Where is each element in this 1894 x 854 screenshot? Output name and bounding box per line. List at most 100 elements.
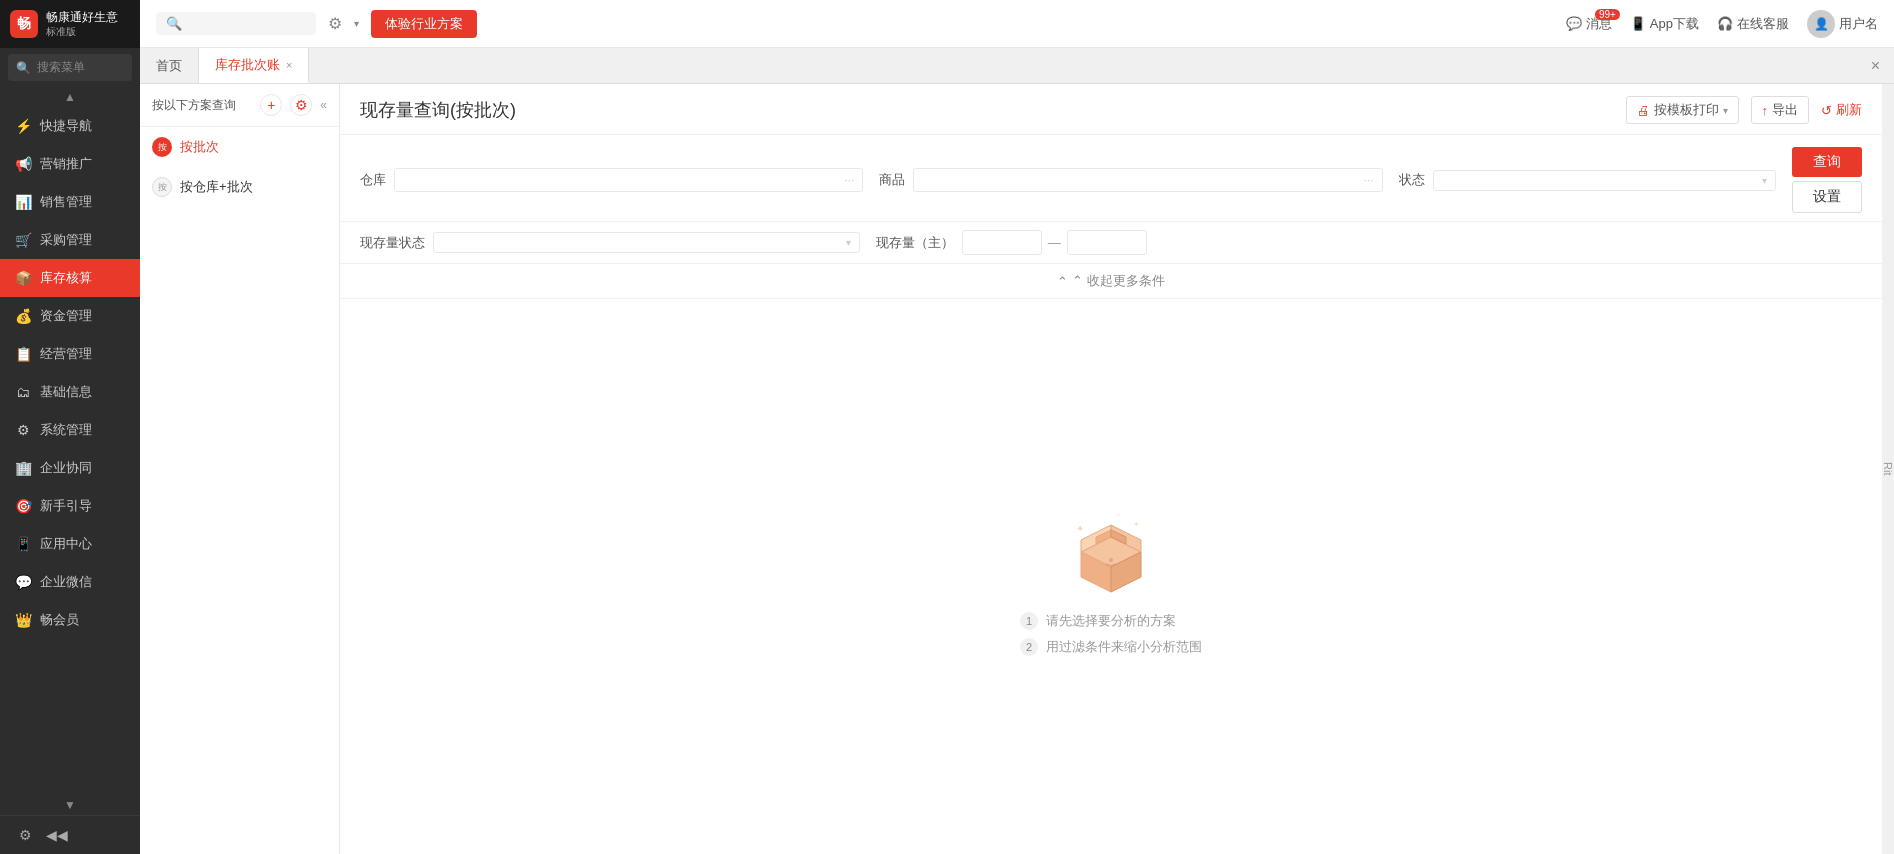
sidebar-item-purchase[interactable]: 🛒 采购管理 — [0, 221, 140, 259]
right-edge: Rit — [1882, 84, 1894, 854]
tab-batch-account[interactable]: 库存批次账 × — [199, 48, 309, 83]
sidebar-item-basics[interactable]: 🗂 基础信息 — [0, 373, 140, 411]
query-toolbar: 🖨 按模板打印 ▾ ↑ 导出 ↺ 刷新 — [1626, 96, 1863, 124]
add-filter-btn[interactable]: + — [260, 94, 282, 116]
warehouse-dots[interactable]: ··· — [844, 173, 854, 187]
tab-close-btn[interactable]: × — [286, 59, 292, 71]
messages-action[interactable]: 💬 消息 99+ — [1566, 15, 1612, 33]
sidebar-item-vip[interactable]: 👑 畅会员 — [0, 601, 140, 639]
sidebar-item-finance[interactable]: 💰 资金管理 — [0, 297, 140, 335]
sidebar-item-system[interactable]: ⚙ 系统管理 — [0, 411, 140, 449]
stock-qty-from[interactable] — [962, 230, 1042, 255]
sidebar-header: 畅 畅康通好生意 标准版 — [0, 0, 140, 48]
stock-qty-range: — — [962, 230, 1147, 255]
sales-icon: 📊 — [14, 193, 32, 211]
header-search-input[interactable] — [188, 17, 288, 31]
svg-text:✦: ✦ — [1133, 520, 1140, 529]
export-icon: ↑ — [1762, 103, 1769, 118]
header-search-bar[interactable]: 🔍 — [156, 12, 316, 35]
sidebar-footer: ⚙ ◀◀ — [0, 815, 140, 854]
collapse-more-btn[interactable]: ⌃ ⌃ 收起更多条件 — [340, 264, 1882, 299]
sidebar-settings-icon[interactable]: ⚙ — [14, 824, 36, 846]
collapse-icon: ⌃ — [1057, 274, 1068, 289]
header-search-icon: 🔍 — [166, 16, 182, 31]
online-service-action[interactable]: 🎧 在线客服 — [1717, 15, 1789, 33]
status-filter: 状态 ▾ — [1399, 170, 1776, 191]
goods-dots[interactable]: ··· — [1364, 173, 1374, 187]
apps-icon: 📱 — [14, 535, 32, 553]
filter-row-1: 仓库 ··· 商品 ··· 状态 — [340, 135, 1882, 222]
sidebar-item-apps[interactable]: 📱 应用中心 — [0, 525, 140, 563]
filter-panel: 按以下方案查询 + ⚙ « 按 按批次 按 按仓库+批次 — [140, 84, 340, 854]
marketing-icon: 📢 — [14, 155, 32, 173]
wechat-icon: 💬 — [14, 573, 32, 591]
app-download-icon: 📱 — [1630, 16, 1646, 31]
main-panel: 现存量查询(按批次) 🖨 按模板打印 ▾ ↑ 导出 ↺ 刷新 — [340, 84, 1882, 854]
hint-1: 1 请先选择要分析的方案 — [1020, 612, 1202, 630]
system-icon: ⚙ — [14, 421, 32, 439]
sidebar-item-quick-nav[interactable]: ⚡ 快捷导航 — [0, 107, 140, 145]
sidebar-item-guide[interactable]: 🎯 新手引导 — [0, 487, 140, 525]
industry-btn[interactable]: 体验行业方案 — [371, 10, 477, 38]
sidebar-item-inventory[interactable]: 📦 库存核算 — [0, 259, 140, 297]
stock-qty-to[interactable] — [1067, 230, 1147, 255]
sidebar-brand: 畅康通好生意 标准版 — [46, 10, 118, 39]
query-header: 现存量查询(按批次) 🖨 按模板打印 ▾ ↑ 导出 ↺ 刷新 — [340, 84, 1882, 135]
stock-qty-filter: 现存量（主） — — [876, 230, 1376, 255]
top-header: 🔍 ⚙ ▾ 体验行业方案 💬 消息 99+ 📱 App下载 🎧 在线客服 👤 用 — [140, 0, 1894, 48]
query-btn[interactable]: 查询 — [1792, 147, 1862, 177]
tab-panel-close-btn[interactable]: × — [1857, 48, 1894, 83]
header-dropdown-arrow[interactable]: ▾ — [354, 18, 359, 29]
refresh-icon: ↺ — [1821, 103, 1832, 118]
export-btn[interactable]: ↑ 导出 — [1751, 96, 1810, 124]
stock-status-filter: 现存量状态 ▾ — [360, 232, 860, 253]
svg-text:✦: ✦ — [1116, 512, 1121, 518]
main-area: 🔍 ⚙ ▾ 体验行业方案 💬 消息 99+ 📱 App下载 🎧 在线客服 👤 用 — [140, 0, 1894, 854]
sidebar-item-operations[interactable]: 📋 经营管理 — [0, 335, 140, 373]
filter-by-batch[interactable]: 按 按批次 — [140, 127, 339, 167]
empty-hints: 1 请先选择要分析的方案 2 用过滤条件来缩小分析范围 — [1020, 612, 1202, 656]
finance-icon: 💰 — [14, 307, 32, 325]
basics-icon: 🗂 — [14, 383, 32, 401]
enterprise-icon: 🏢 — [14, 459, 32, 477]
filter-settings-btn[interactable]: ⚙ — [290, 94, 312, 116]
header-settings-icon[interactable]: ⚙ — [328, 14, 342, 33]
batch-icon: 按 — [152, 137, 172, 157]
print-dropdown-arrow[interactable]: ▾ — [1723, 105, 1728, 116]
purchase-icon: 🛒 — [14, 231, 32, 249]
quick-nav-icon: ⚡ — [14, 117, 32, 135]
sidebar-search[interactable]: 🔍 搜索菜单 — [8, 54, 132, 81]
tabs-bar: 首页 库存批次账 × × — [140, 48, 1894, 84]
filter-collapse-btn[interactable]: « — [320, 98, 327, 112]
avatar: 👤 — [1807, 10, 1835, 38]
scroll-up-arrow[interactable]: ▲ — [0, 87, 140, 107]
sidebar-item-enterprise[interactable]: 🏢 企业协同 — [0, 449, 140, 487]
print-btn[interactable]: 🖨 按模板打印 ▾ — [1626, 96, 1739, 124]
sidebar-nav: ⚡ 快捷导航 📢 营销推广 📊 销售管理 🛒 采购管理 📦 库存核算 💰 资金管… — [0, 107, 140, 795]
warehouse-batch-icon: 按 — [152, 177, 172, 197]
sidebar-item-wechat[interactable]: 💬 企业微信 — [0, 563, 140, 601]
stock-status-select[interactable]: ▾ — [433, 232, 860, 253]
refresh-btn[interactable]: ↺ 刷新 — [1821, 101, 1862, 119]
hint-2-num: 2 — [1020, 638, 1038, 656]
setting-btn[interactable]: 设置 — [1792, 181, 1862, 213]
sidebar-item-sales[interactable]: 📊 销售管理 — [0, 183, 140, 221]
message-icon: 💬 — [1566, 16, 1582, 31]
goods-input[interactable]: ··· — [913, 168, 1382, 192]
filter-row-2: 现存量状态 ▾ 现存量（主） — — [340, 222, 1882, 264]
empty-illustration: ✦ ✦ ✦ — [1061, 497, 1161, 600]
user-profile[interactable]: 👤 用户名 — [1807, 10, 1878, 38]
warehouse-input[interactable]: ··· — [394, 168, 863, 192]
sidebar-collapse-icon[interactable]: ◀◀ — [46, 824, 68, 846]
status-select[interactable]: ▾ — [1433, 170, 1776, 191]
filter-by-warehouse-batch[interactable]: 按 按仓库+批次 — [140, 167, 339, 207]
search-icon: 🔍 — [16, 61, 31, 75]
tab-home[interactable]: 首页 — [140, 48, 199, 83]
sidebar-item-marketing[interactable]: 📢 营销推广 — [0, 145, 140, 183]
goods-filter: 商品 ··· — [879, 168, 1382, 192]
guide-icon: 🎯 — [14, 497, 32, 515]
content-area: 按以下方案查询 + ⚙ « 按 按批次 按 按仓库+批次 现存量查询(按批次) — [140, 84, 1894, 854]
scroll-down-arrow[interactable]: ▼ — [0, 795, 140, 815]
filter-panel-header: 按以下方案查询 + ⚙ « — [140, 84, 339, 127]
app-download-action[interactable]: 📱 App下载 — [1630, 15, 1699, 33]
